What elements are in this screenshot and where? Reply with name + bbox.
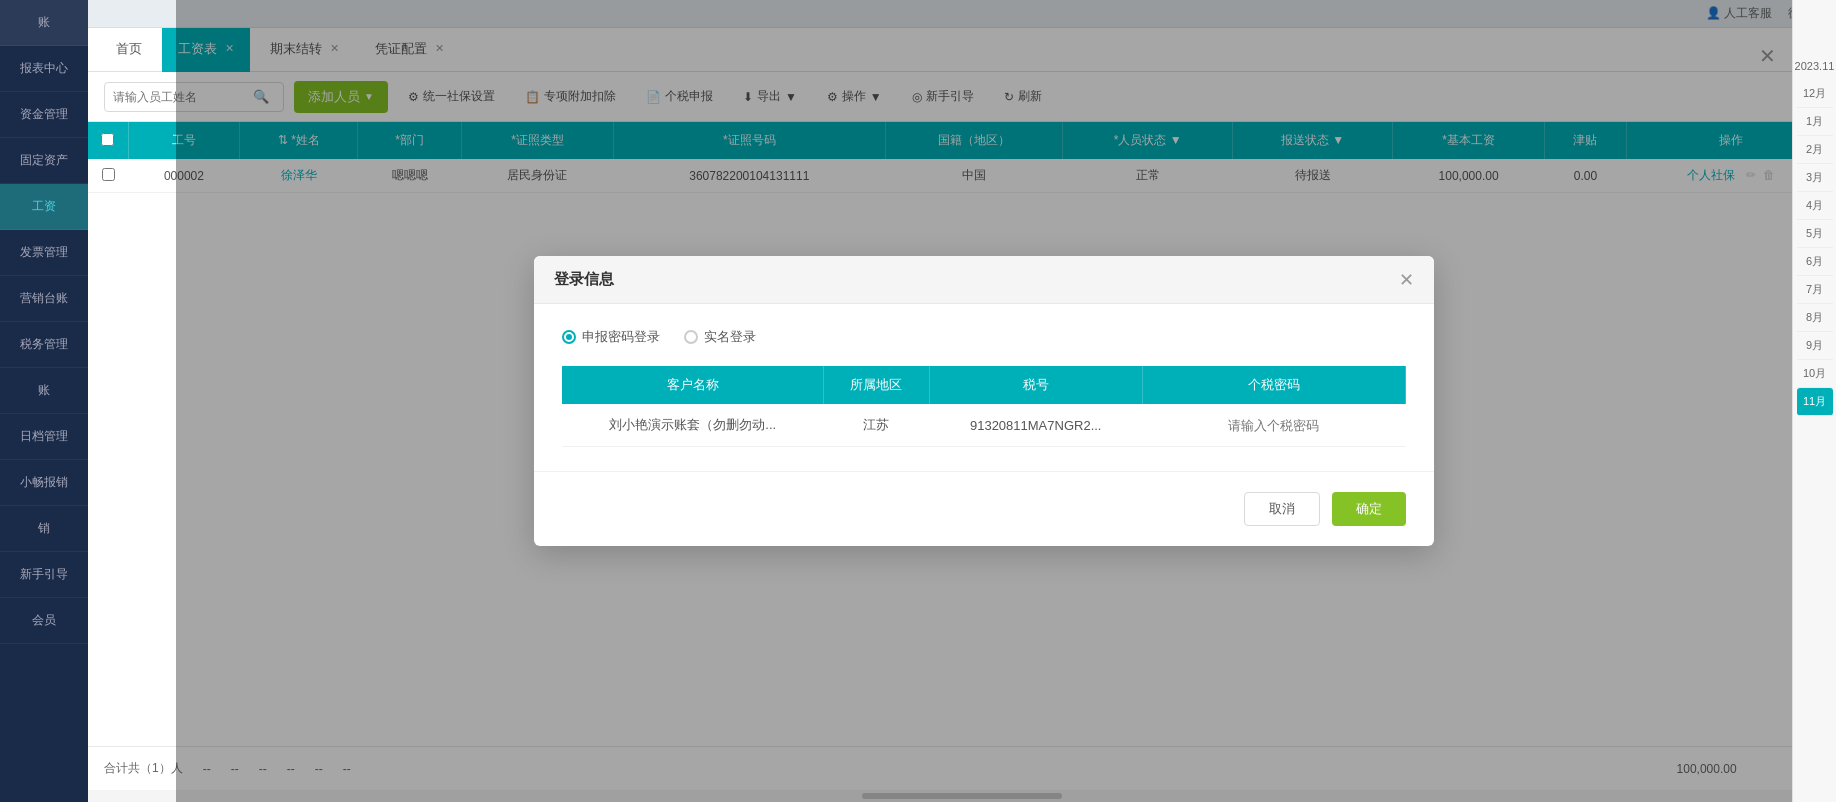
sidebar-item-report[interactable]: 报表中心	[0, 46, 88, 92]
cal-month-11[interactable]: 11月	[1797, 388, 1833, 416]
dialog-close-button[interactable]: ✕	[1399, 271, 1414, 289]
tab-home[interactable]: 首页	[100, 28, 158, 72]
cell-tax-password-input[interactable]	[1142, 404, 1405, 447]
modal-overlay: 登录信息 ✕ 申报密码登录 实名登录	[176, 0, 1792, 802]
radio-realname-circle	[684, 330, 698, 344]
right-sidebar-calendar: 2023.11 12月 1月 2月 3月 4月 5月 6月 7月 8月 9月 1…	[1792, 0, 1836, 802]
col-client-name: 客户名称	[562, 366, 824, 404]
col-region: 所属地区	[824, 366, 930, 404]
col-tax-no: 税号	[929, 366, 1142, 404]
cal-month-2[interactable]: 2月	[1797, 136, 1833, 164]
sidebar: 账 报表中心 资金管理 固定资产 工资 发票管理 营销台账 税务管理 账 日档管…	[0, 0, 88, 802]
sidebar-item-tax[interactable]: 税务管理	[0, 322, 88, 368]
cell-client-region: 江苏	[824, 404, 930, 447]
sidebar-item-sales[interactable]: 销	[0, 506, 88, 552]
row-checkbox[interactable]	[102, 168, 115, 181]
cal-month-6[interactable]: 6月	[1797, 248, 1833, 276]
sidebar-item-invoice[interactable]: 发票管理	[0, 230, 88, 276]
calendar-year: 2023.11	[1795, 60, 1835, 72]
cal-month-12[interactable]: 12月	[1797, 80, 1833, 108]
radio-password-login[interactable]: 申报密码登录	[562, 328, 660, 346]
cal-month-7[interactable]: 7月	[1797, 276, 1833, 304]
main-area: 👤 人工客服 徐泽华 首页 工资表 ✕ 期末结转 ✕ 凭证配置 ✕ ✕ 🔍 添加…	[88, 0, 1836, 802]
sidebar-item-expense[interactable]: 小畅报销	[0, 460, 88, 506]
cal-month-3[interactable]: 3月	[1797, 164, 1833, 192]
client-table-row: 刘小艳演示账套（勿删勿动... 江苏 91320811MA7NGR2...	[562, 404, 1406, 447]
login-dialog: 登录信息 ✕ 申报密码登录 实名登录	[534, 256, 1434, 546]
sidebar-item-salary[interactable]: 工资	[0, 184, 88, 230]
cal-month-10[interactable]: 10月	[1797, 360, 1833, 388]
cancel-button[interactable]: 取消	[1244, 492, 1320, 526]
cell-tax-no: 91320811MA7NGR2...	[929, 404, 1142, 447]
select-all-checkbox[interactable]	[101, 133, 114, 146]
sidebar-item-fund[interactable]: 资金管理	[0, 92, 88, 138]
dialog-body: 申报密码登录 实名登录 客户名称 所属地区 税号 个税密码	[534, 304, 1434, 471]
cal-month-5[interactable]: 5月	[1797, 220, 1833, 248]
tax-password-field[interactable]	[1154, 418, 1393, 433]
sidebar-item-account[interactable]: 账	[0, 0, 88, 46]
dialog-title: 登录信息	[554, 270, 614, 289]
sidebar-item-guide[interactable]: 新手引导	[0, 552, 88, 598]
sidebar-item-assets[interactable]: 固定资产	[0, 138, 88, 184]
cal-month-1[interactable]: 1月	[1797, 108, 1833, 136]
cell-client-name: 刘小艳演示账套（勿删勿动...	[562, 404, 824, 447]
dialog-header: 登录信息 ✕	[534, 256, 1434, 304]
radio-password-circle	[562, 330, 576, 344]
sidebar-item-member[interactable]: 会员	[0, 598, 88, 644]
total-count: 合计共（1）人	[104, 760, 183, 777]
client-table: 客户名称 所属地区 税号 个税密码 刘小艳演示账套（勿删勿动... 江苏 913…	[562, 366, 1406, 447]
sidebar-item-sales-ledger[interactable]: 营销台账	[0, 276, 88, 322]
dialog-footer: 取消 确定	[534, 471, 1434, 546]
cal-month-9[interactable]: 9月	[1797, 332, 1833, 360]
login-type-radio-group: 申报密码登录 实名登录	[562, 328, 1406, 346]
cal-month-8[interactable]: 8月	[1797, 304, 1833, 332]
cal-month-4[interactable]: 4月	[1797, 192, 1833, 220]
sidebar-item-file[interactable]: 日档管理	[0, 414, 88, 460]
sidebar-item-ledger[interactable]: 账	[0, 368, 88, 414]
confirm-button[interactable]: 确定	[1332, 492, 1406, 526]
radio-realname-login[interactable]: 实名登录	[684, 328, 756, 346]
col-tax-password: 个税密码	[1142, 366, 1405, 404]
